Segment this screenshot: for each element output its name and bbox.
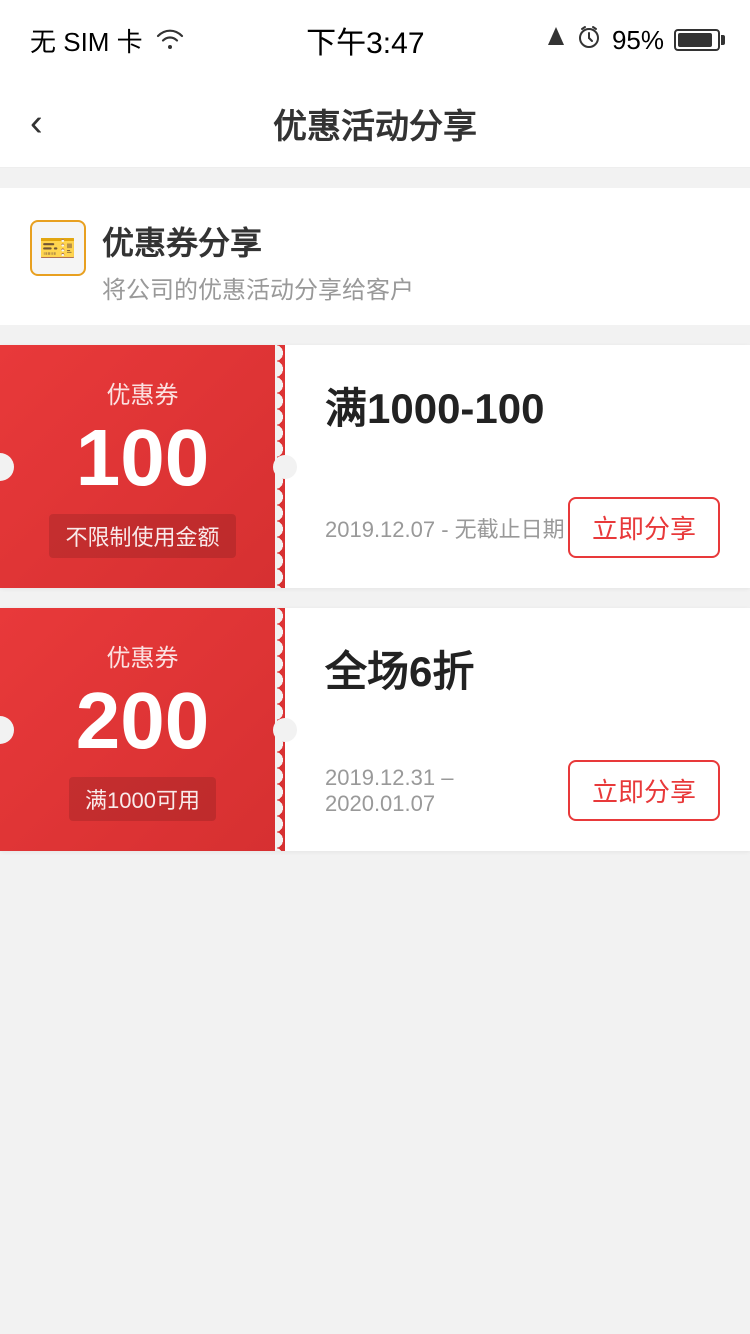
coupon-amount-1: 200 [76, 681, 209, 761]
wifi-icon [155, 25, 185, 56]
coupon-date-0: 2019.12.07 - 无截止日期 [325, 512, 568, 544]
coupon-label-0: 优惠券 [107, 375, 179, 410]
nav-bar: ‹ 优惠活动分享 [0, 80, 750, 168]
share-button-0[interactable]: 立即分享 [568, 497, 720, 558]
section-text-group: 优惠券分享 将公司的优惠活动分享给客户 [102, 218, 414, 305]
battery-percent: 95% [612, 25, 664, 56]
section-subtitle: 将公司的优惠活动分享给客户 [102, 270, 414, 305]
location-icon [546, 25, 566, 56]
coupon-bottom-row-0: 2019.12.07 - 无截止日期 立即分享 [325, 497, 720, 558]
coupon-left-1: 优惠券 200 满1000可用 [0, 608, 285, 851]
coupon-name-1: 全场6折 [325, 638, 720, 699]
status-time: 下午3:47 [306, 18, 424, 62]
coupon-card: 优惠券 200 满1000可用 全场6折 2019.12.31 – 2020.0… [0, 608, 750, 851]
alarm-icon [576, 24, 602, 57]
status-bar: 无 SIM 卡 下午3:47 95% [0, 0, 750, 80]
coupon-condition-0: 不限制使用金额 [49, 514, 235, 558]
coupon-amount-0: 100 [76, 418, 209, 498]
coupon-section-icon: 🎫 [30, 220, 86, 276]
coupon-date-1: 2019.12.31 – 2020.01.07 [325, 765, 568, 817]
coupon-right-0: 满1000-100 2019.12.07 - 无截止日期 立即分享 [285, 345, 750, 588]
share-button-1[interactable]: 立即分享 [568, 760, 720, 821]
coupon-name-0: 满1000-100 [325, 375, 720, 436]
coupon-right-1: 全场6折 2019.12.31 – 2020.01.07 立即分享 [285, 608, 750, 851]
section-header: 🎫 优惠券分享 将公司的优惠活动分享给客户 [0, 188, 750, 325]
coupon-list: 优惠券 100 不限制使用金额 满1000-100 2019.12.07 - 无… [0, 345, 750, 871]
coupon-label-1: 优惠券 [107, 638, 179, 673]
coupon-condition-1: 满1000可用 [69, 777, 216, 821]
coupon-left-0: 优惠券 100 不限制使用金额 [0, 345, 285, 588]
status-left: 无 SIM 卡 [30, 22, 185, 59]
status-right: 95% [546, 24, 720, 57]
battery-icon [674, 29, 720, 51]
coupon-bottom-row-1: 2019.12.31 – 2020.01.07 立即分享 [325, 760, 720, 821]
coupon-card: 优惠券 100 不限制使用金额 满1000-100 2019.12.07 - 无… [0, 345, 750, 588]
carrier-text: 无 SIM 卡 [30, 22, 143, 59]
nav-title: 优惠活动分享 [273, 99, 477, 148]
section-title: 优惠券分享 [102, 218, 414, 264]
back-button[interactable]: ‹ [30, 102, 43, 145]
